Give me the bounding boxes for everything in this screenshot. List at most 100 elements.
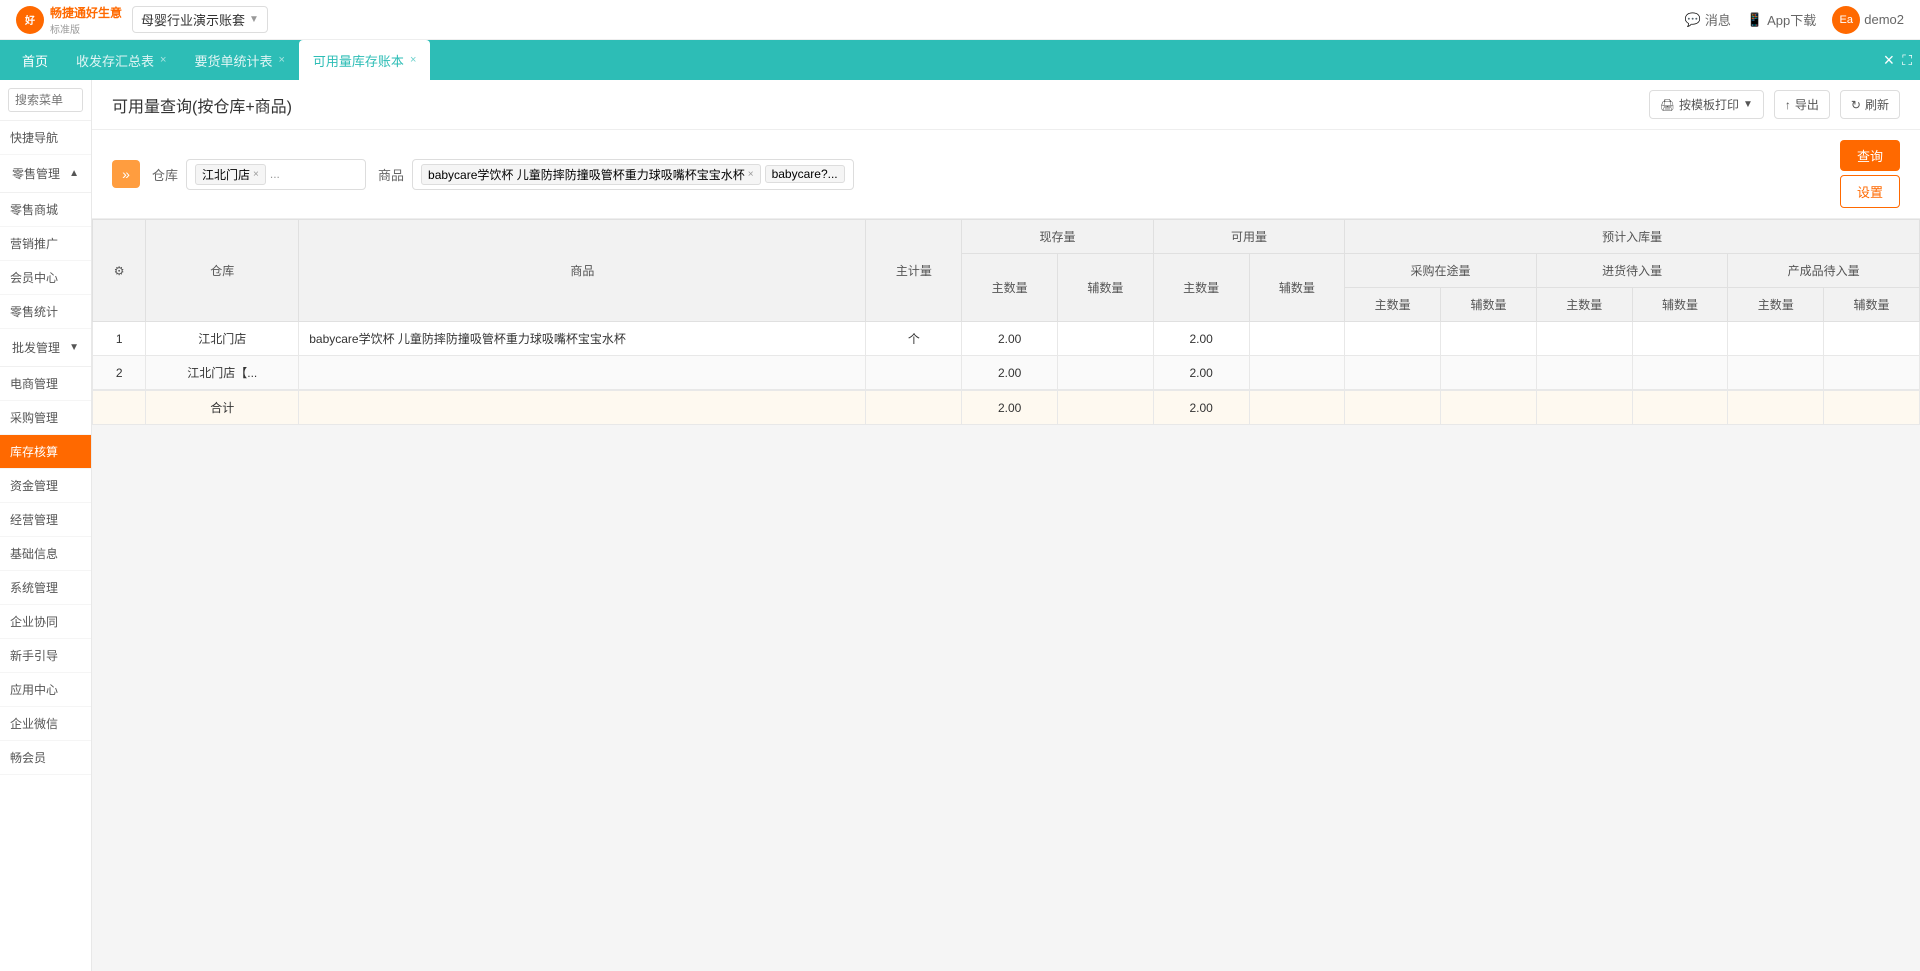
th-incoming: 进货待入量 [1536, 254, 1728, 288]
sidebar-item-purchase[interactable]: 采购管理 [0, 401, 91, 435]
footer-prod-aux [1824, 390, 1920, 425]
home-tab-label: 首页 [22, 51, 48, 70]
sidebar-item-retail-stats[interactable]: 零售统计 [0, 295, 91, 329]
row2-avail-main: 2.00 [1153, 356, 1249, 391]
refresh-btn[interactable]: ↻ 刷新 [1840, 90, 1900, 119]
user-menu[interactable]: Ea demo2 [1832, 6, 1904, 34]
phone-icon: 📱 [1747, 12, 1763, 28]
page-actions: 🖨 按模板打印 ▼ ↑ 导出 ↻ 刷新 [1649, 90, 1900, 119]
row2-product [299, 356, 866, 391]
th-main-unit: 主计量 [866, 220, 962, 322]
th-in-aux: 辅数量 [1632, 288, 1728, 322]
setting-btn[interactable]: 设置 [1840, 175, 1900, 208]
sidebar-item-operation[interactable]: 经营管理 [0, 503, 91, 537]
row1-prod-aux [1824, 322, 1920, 356]
th-forecast: 预计入库量 [1345, 220, 1920, 254]
th-in-main: 主数量 [1536, 288, 1632, 322]
sidebar-item-enterprise[interactable]: 企业协同 [0, 605, 91, 639]
footer-empty3 [866, 390, 962, 425]
row2-unit [866, 356, 962, 391]
th-prod-main: 主数量 [1728, 288, 1824, 322]
sidebar-item-member[interactable]: 会员中心 [0, 261, 91, 295]
product-input[interactable]: babycare学饮杯 儿童防摔防撞吸管杯重力球吸嘴杯宝宝水杯 × babyca… [412, 159, 854, 190]
th-product: 商品 [299, 220, 866, 322]
warehouse-input[interactable]: 江北门店 × ... [186, 159, 366, 190]
close-inventory-tab[interactable]: × [410, 54, 416, 66]
row1-in-aux [1632, 322, 1728, 356]
message-btn[interactable]: 💬 消息 [1685, 10, 1731, 29]
top-bar-left: 好 畅捷通好生意 标准版 母婴行业演示账套 ▼ [16, 4, 268, 36]
print-chevron-icon: ▼ [1743, 99, 1753, 110]
tab-receive[interactable]: 收发存汇总表 × [62, 40, 180, 80]
footer-stock-main: 2.00 [962, 390, 1058, 425]
query-btn[interactable]: 查询 [1840, 140, 1900, 171]
logo-area: 好 畅捷通好生意 标准版 [16, 4, 122, 36]
tab-order[interactable]: 要货单统计表 × [180, 40, 298, 80]
row2-pur-main [1345, 356, 1441, 391]
page-title: 可用量查询(按仓库+商品) [112, 93, 292, 117]
data-table: ⚙ 仓库 商品 主计量 现存量 [92, 219, 1920, 425]
row1-no: 1 [93, 322, 146, 356]
app-layout: 快捷导航 零售管理 ▲ 零售商城 营销推广 会员中心 零售统计 批发管理 ▼ 电… [0, 80, 1920, 971]
sidebar-item-retail-mall[interactable]: 零售商城 [0, 193, 91, 227]
table-row: 2 江北门店【... 2.00 2.00 [93, 356, 1920, 391]
row1-stock-aux [1058, 322, 1154, 356]
search-input[interactable] [8, 88, 83, 112]
row1-pur-aux [1441, 322, 1537, 356]
sidebar-item-wechat[interactable]: 企业微信 [0, 707, 91, 741]
sidebar-item-quick-nav[interactable]: 快捷导航 [0, 121, 91, 155]
close-receive-tab[interactable]: × [160, 54, 166, 66]
tab-inventory[interactable]: 可用量库存账本 × [299, 40, 430, 80]
remove-product-tag-1[interactable]: × [748, 169, 754, 180]
th-prod-aux: 辅数量 [1824, 288, 1920, 322]
footer-in-main [1536, 390, 1632, 425]
th-current-stock: 现存量 [962, 220, 1154, 254]
sidebar-item-retail-mgmt[interactable]: 零售管理 ▲ [0, 155, 91, 193]
logo-icon: 好 [16, 6, 44, 34]
footer-in-aux [1632, 390, 1728, 425]
remove-warehouse-tag[interactable]: × [253, 169, 259, 180]
sidebar-item-marketing[interactable]: 营销推广 [0, 227, 91, 261]
row1-in-main [1536, 322, 1632, 356]
sidebar-item-finance[interactable]: 资金管理 [0, 469, 91, 503]
footer-label: 合计 [146, 390, 299, 425]
sidebar-item-ecommerce[interactable]: 电商管理 [0, 367, 91, 401]
row2-warehouse: 江北门店【... [146, 356, 299, 391]
page-header: 可用量查询(按仓库+商品) 🖨 按模板打印 ▼ ↑ 导出 ↻ 刷新 [92, 80, 1920, 130]
row2-stock-main: 2.00 [962, 356, 1058, 391]
row1-pur-main [1345, 322, 1441, 356]
row1-warehouse: 江北门店 [146, 322, 299, 356]
message-icon: 💬 [1685, 12, 1701, 28]
row1-avail-aux [1249, 322, 1345, 356]
expand-btn[interactable]: ⛶ [1902, 52, 1912, 69]
row2-stock-aux [1058, 356, 1154, 391]
sidebar-item-inventory-check[interactable]: 库存核算 [0, 435, 91, 469]
store-selector[interactable]: 母婴行业演示账套 ▼ [132, 6, 268, 33]
sidebar-item-system[interactable]: 系统管理 [0, 571, 91, 605]
app-download-btn[interactable]: 📱 App下载 [1747, 10, 1816, 29]
sidebar-item-batch-mgmt[interactable]: 批发管理 ▼ [0, 329, 91, 367]
sidebar-item-basic-info[interactable]: 基础信息 [0, 537, 91, 571]
nav-controls: × ⛶ [1884, 50, 1912, 71]
footer-row: 合计 2.00 2.00 [93, 390, 1920, 425]
row2-avail-aux [1249, 356, 1345, 391]
print-btn[interactable]: 🖨 按模板打印 ▼ [1649, 90, 1764, 119]
close-all-btn[interactable]: × [1884, 50, 1895, 71]
sidebar-item-newbie[interactable]: 新手引导 [0, 639, 91, 673]
main-content: 可用量查询(按仓库+商品) 🖨 按模板打印 ▼ ↑ 导出 ↻ 刷新 [92, 80, 1920, 971]
product-tag-1: babycare学饮杯 儿童防摔防撞吸管杯重力球吸嘴杯宝宝水杯 × [421, 164, 761, 185]
sidebar-item-vip[interactable]: 畅会员 [0, 741, 91, 775]
refresh-icon: ↻ [1851, 98, 1861, 112]
warehouse-label: 仓库 [152, 165, 178, 184]
tab-home[interactable]: 首页 [8, 40, 62, 80]
export-btn[interactable]: ↑ 导出 [1774, 90, 1830, 119]
filter-toggle[interactable]: » [112, 160, 140, 188]
close-order-tab[interactable]: × [278, 54, 284, 66]
top-bar-right: 💬 消息 📱 App下载 Ea demo2 [1685, 6, 1904, 34]
warehouse-tag: 江北门店 × [195, 164, 266, 185]
export-icon: ↑ [1785, 98, 1791, 112]
th-settings: ⚙ [93, 220, 146, 322]
sidebar-item-app-center[interactable]: 应用中心 [0, 673, 91, 707]
warehouse-filter: 仓库 江北门店 × ... [152, 159, 366, 190]
warehouse-more[interactable]: ... [270, 167, 280, 181]
